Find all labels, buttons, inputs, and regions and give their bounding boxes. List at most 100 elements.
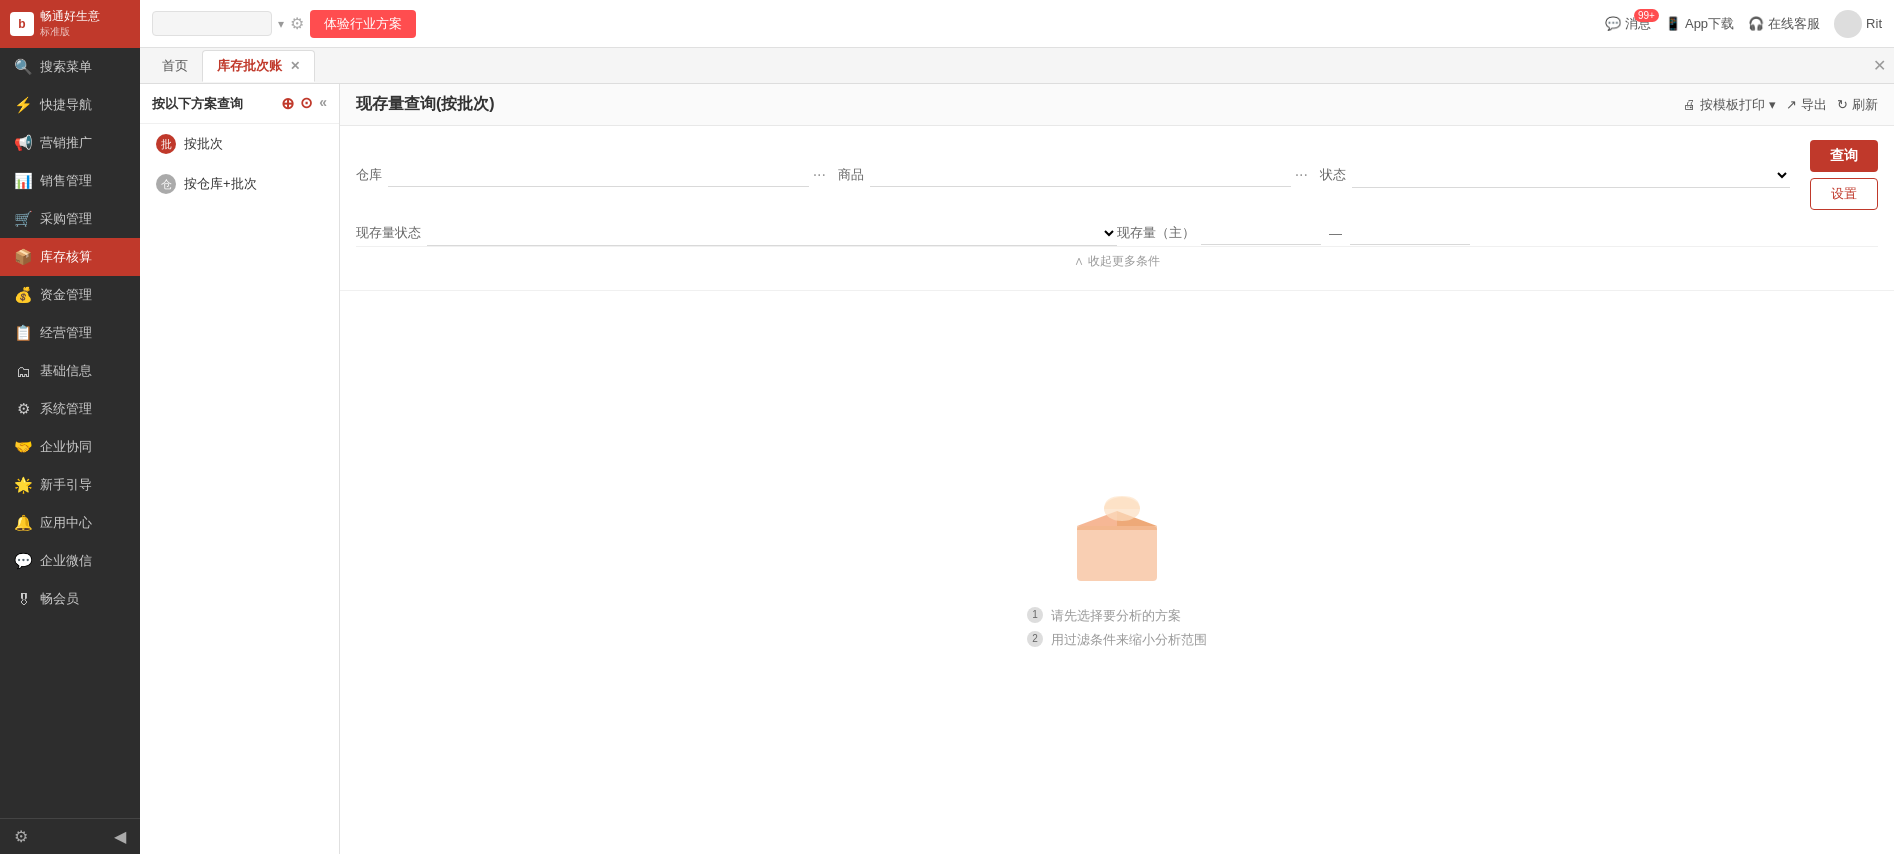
refresh-btn[interactable]: ↻ 刷新	[1837, 96, 1878, 114]
sidebar: b 畅通好生意 标准版 🔍 搜索菜单 ⚡ 快捷导航 📢 营销推广 📊 销售管理 …	[0, 0, 140, 854]
sidebar-nav: 🔍 搜索菜单 ⚡ 快捷导航 📢 营销推广 📊 销售管理 🛒 采购管理 📦 库存核…	[0, 48, 140, 818]
topbar: ▾ ⚙ 体验行业方案 💬 消息 99+ 📱 App下载 🎧 在线客服 Rit	[140, 0, 1894, 48]
sidebar-item-basicinfo[interactable]: 🗂 基础信息	[0, 352, 140, 390]
collapse-btn[interactable]: ∧ 收起更多条件	[356, 246, 1878, 276]
inventory-status-select[interactable]	[427, 220, 1117, 246]
finance-icon: 💰	[14, 286, 32, 304]
left-panel-title: 按以下方案查询	[152, 95, 243, 113]
step-num-1: 1	[1027, 607, 1043, 623]
refresh-icon: ↻	[1837, 97, 1848, 112]
page-title: 现存量查询(按批次)	[356, 94, 495, 115]
app-edition: 标准版	[40, 25, 100, 39]
collapse-left-icon[interactable]: «	[319, 94, 327, 113]
status-select[interactable]	[1352, 162, 1790, 188]
sidebar-item-purchase[interactable]: 🛒 采购管理	[0, 200, 140, 238]
step-num-2: 2	[1027, 631, 1043, 647]
query-button[interactable]: 查询	[1810, 140, 1878, 172]
add-scheme-icon[interactable]: ⊕	[281, 94, 294, 113]
page-content: 按以下方案查询 ⊕ ⊙ « 批 按批次 仓 按仓库+批次 现存量查询(按批次)	[140, 84, 1894, 854]
sidebar-item-quicknav[interactable]: ⚡ 快捷导航	[0, 86, 140, 124]
message-btn[interactable]: 💬 消息 99+	[1605, 15, 1651, 33]
filter-area: 仓库 ··· 商品 ··· 状态	[340, 126, 1894, 291]
sidebar-label-wxwork: 企业微信	[40, 552, 92, 570]
message-icon: 💬	[1605, 16, 1621, 31]
inventory-qty-max[interactable]	[1350, 221, 1470, 245]
member-icon: 🎖	[14, 591, 32, 608]
online-service-btn[interactable]: 🎧 在线客服	[1748, 15, 1820, 33]
topbar-search-input[interactable]	[152, 11, 272, 36]
tab-inventory-batch[interactable]: 库存批次账 ✕	[202, 50, 315, 82]
sidebar-item-member[interactable]: 🎖 畅会员	[0, 580, 140, 618]
sidebar-item-collab[interactable]: 🤝 企业协同	[0, 428, 140, 466]
collapse-sidebar-icon[interactable]: ◀	[114, 827, 126, 846]
scheme-item-warehouse-batch[interactable]: 仓 按仓库+批次	[140, 164, 339, 204]
topbar-right: 💬 消息 99+ 📱 App下载 🎧 在线客服 Rit	[1605, 10, 1882, 38]
sidebar-label-system: 系统管理	[40, 400, 92, 418]
warehouse-input[interactable]	[388, 163, 809, 187]
collapse-label: 收起更多条件	[1088, 254, 1160, 268]
export-btn[interactable]: ↗ 导出	[1786, 96, 1827, 114]
user-profile-btn[interactable]: Rit	[1834, 10, 1882, 38]
scheme-settings-icon[interactable]: ⊙	[300, 94, 313, 113]
empty-step-1: 1 请先选择要分析的方案	[1027, 607, 1207, 625]
left-panel-actions: ⊕ ⊙ «	[281, 94, 327, 113]
warehouse-label: 仓库	[356, 166, 382, 184]
filter-status: 状态	[1320, 162, 1790, 188]
sidebar-item-inventory[interactable]: 📦 库存核算	[0, 238, 140, 276]
trial-btn[interactable]: 体验行业方案	[310, 10, 416, 38]
sidebar-label-appcenter: 应用中心	[40, 514, 92, 532]
topbar-gear-icon[interactable]: ⚙	[290, 14, 304, 33]
tab-home[interactable]: 首页	[148, 51, 202, 81]
sidebar-item-search[interactable]: 🔍 搜索菜单	[0, 48, 140, 86]
tab-inventory-batch-label: 库存批次账	[217, 57, 282, 75]
topbar-left: ▾ ⚙ 体验行业方案	[152, 10, 1597, 38]
sidebar-item-appcenter[interactable]: 🔔 应用中心	[0, 504, 140, 542]
goods-input[interactable]	[870, 163, 1291, 187]
guide-icon: 🌟	[14, 476, 32, 494]
sidebar-item-guide[interactable]: 🌟 新手引导	[0, 466, 140, 504]
app-download-label: App下载	[1685, 15, 1734, 33]
empty-svg	[1057, 491, 1177, 591]
sidebar-item-marketing[interactable]: 📢 营销推广	[0, 124, 140, 162]
sidebar-label-member: 畅会员	[40, 590, 79, 608]
page-title-actions: 🖨 按模板打印 ▾ ↗ 导出 ↻ 刷新	[1683, 96, 1878, 114]
left-panel-header: 按以下方案查询 ⊕ ⊙ «	[140, 84, 339, 124]
sidebar-item-system[interactable]: ⚙ 系统管理	[0, 390, 140, 428]
tab-close-panel-icon[interactable]: ✕	[1873, 56, 1886, 75]
empty-step-2-text: 用过滤条件来缩小分析范围	[1051, 631, 1207, 649]
sidebar-item-wxwork[interactable]: 💬 企业微信	[0, 542, 140, 580]
print-dropdown-icon[interactable]: ▾	[1769, 97, 1776, 112]
message-badge: 99+	[1634, 9, 1659, 22]
topbar-dropdown-btn[interactable]: ▾	[278, 17, 284, 31]
filter-row-2: 现存量状态 现存量（主） —	[356, 220, 1878, 246]
dash-separator: —	[1321, 226, 1350, 241]
scheme-label-warehouse-batch: 按仓库+批次	[184, 175, 257, 193]
action-buttons: 查询 设置	[1810, 140, 1878, 210]
print-btn[interactable]: 🖨 按模板打印 ▾	[1683, 96, 1776, 114]
sidebar-label-finance: 资金管理	[40, 286, 92, 304]
warehouse-more-icon[interactable]: ···	[813, 166, 826, 184]
setup-button[interactable]: 设置	[1810, 178, 1878, 210]
scheme-item-batch[interactable]: 批 按批次	[140, 124, 339, 164]
inventory-icon: 📦	[14, 248, 32, 266]
inventory-status-label: 现存量状态	[356, 224, 421, 242]
settings-icon[interactable]: ⚙	[14, 827, 28, 846]
scheme-icon-red: 批	[156, 134, 176, 154]
refresh-label: 刷新	[1852, 96, 1878, 114]
mobile-icon: 📱	[1665, 16, 1681, 31]
user-name: Rit	[1866, 16, 1882, 31]
sidebar-item-finance[interactable]: 💰 资金管理	[0, 276, 140, 314]
tab-close-icon[interactable]: ✕	[290, 59, 300, 73]
app-download-btn[interactable]: 📱 App下载	[1665, 15, 1734, 33]
filter-row-1: 仓库 ··· 商品 ··· 状态	[356, 140, 1878, 210]
printer-icon: 🖨	[1683, 97, 1696, 112]
online-service-label: 在线客服	[1768, 15, 1820, 33]
inventory-qty-min[interactable]	[1201, 221, 1321, 245]
svg-rect-3	[1077, 526, 1157, 530]
sidebar-label-basicinfo: 基础信息	[40, 362, 92, 380]
sidebar-item-sales[interactable]: 📊 销售管理	[0, 162, 140, 200]
sales-icon: 📊	[14, 172, 32, 190]
sidebar-item-operations[interactable]: 📋 经营管理	[0, 314, 140, 352]
export-label: 导出	[1801, 96, 1827, 114]
goods-more-icon[interactable]: ···	[1295, 166, 1308, 184]
